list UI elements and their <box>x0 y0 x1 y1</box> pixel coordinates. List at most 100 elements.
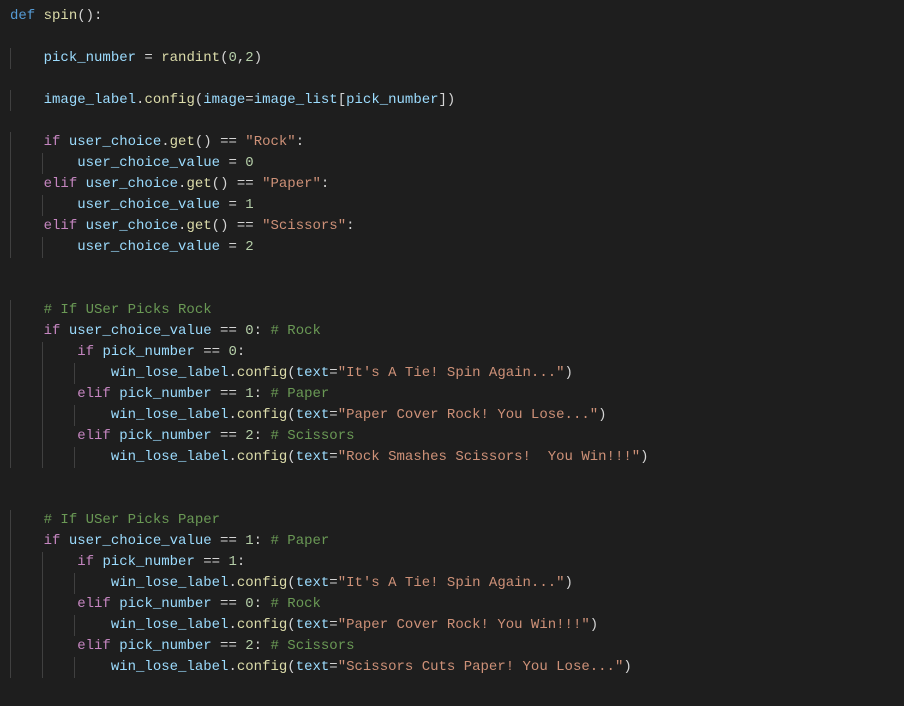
token-fn: randint <box>161 50 220 66</box>
code-line[interactable]: # If USer Picks Paper <box>0 510 904 531</box>
code-line[interactable]: def spin(): <box>0 6 904 27</box>
indent-guide <box>10 174 11 195</box>
token-var: text <box>296 575 330 591</box>
code-line[interactable] <box>0 489 904 510</box>
indent-guide <box>42 552 43 573</box>
code-line[interactable]: if pick_number == 0: <box>0 342 904 363</box>
token-var: user_choice_value <box>77 197 220 213</box>
indent-guide <box>10 573 11 594</box>
code-line[interactable] <box>0 111 904 132</box>
token-var: user_choice_value <box>77 155 220 171</box>
code-line[interactable] <box>0 69 904 90</box>
token-var: pick_number <box>44 50 136 66</box>
token-var: win_lose_label <box>111 365 229 381</box>
indent-guide <box>10 300 11 321</box>
token-op: == <box>212 533 246 549</box>
token-fn: config <box>237 575 287 591</box>
code-line[interactable]: win_lose_label.config(text="Scissors Cut… <box>0 657 904 678</box>
code-editor[interactable]: def spin(): pick_number = randint(0,2) i… <box>0 6 904 678</box>
token-var: user_choice_value <box>69 323 212 339</box>
token-fn: config <box>237 365 287 381</box>
token-punc: () == <box>195 134 245 150</box>
token-num: 0 <box>245 155 253 171</box>
token-num: 0 <box>228 344 236 360</box>
token-op <box>60 134 68 150</box>
token-op: = <box>329 365 337 381</box>
token-op <box>111 638 119 654</box>
code-line[interactable] <box>0 468 904 489</box>
token-punc: ) <box>623 659 631 675</box>
token-kw: def <box>10 8 35 24</box>
indent-guide <box>74 405 75 426</box>
code-line[interactable]: if user_choice_value == 1: # Paper <box>0 531 904 552</box>
code-line[interactable]: # If USer Picks Rock <box>0 300 904 321</box>
token-cmt: # Paper <box>270 533 329 549</box>
token-cf: elif <box>77 386 111 402</box>
token-fn: spin <box>44 8 78 24</box>
code-line[interactable] <box>0 258 904 279</box>
code-line[interactable]: elif user_choice.get() == "Scissors": <box>0 216 904 237</box>
token-str: "Paper Cover Rock! You Lose..." <box>338 407 598 423</box>
token-cf: elif <box>77 428 111 444</box>
code-line[interactable]: elif user_choice.get() == "Paper": <box>0 174 904 195</box>
code-line[interactable]: elif pick_number == 2: # Scissors <box>0 636 904 657</box>
token-punc: ) <box>640 449 648 465</box>
token-op: == <box>212 323 246 339</box>
token-op: == <box>212 428 246 444</box>
code-line[interactable]: if pick_number == 1: <box>0 552 904 573</box>
token-cf: if <box>44 323 61 339</box>
code-line[interactable]: win_lose_label.config(text="Rock Smashes… <box>0 447 904 468</box>
token-var: user_choice <box>86 218 178 234</box>
token-str: "Paper" <box>262 176 321 192</box>
token-var: pick_number <box>346 92 438 108</box>
indent-guide <box>10 363 11 384</box>
token-punc: ) <box>565 575 573 591</box>
code-line[interactable]: user_choice_value = 0 <box>0 153 904 174</box>
token-num: 1 <box>245 533 253 549</box>
code-line[interactable]: user_choice_value = 1 <box>0 195 904 216</box>
code-line[interactable]: image_label.config(image=image_list[pick… <box>0 90 904 111</box>
indent-guide <box>10 90 11 111</box>
code-line[interactable]: elif pick_number == 0: # Rock <box>0 594 904 615</box>
code-line[interactable]: win_lose_label.config(text="It's A Tie! … <box>0 573 904 594</box>
code-line[interactable]: pick_number = randint(0,2) <box>0 48 904 69</box>
token-var: text <box>296 407 330 423</box>
token-str: "Paper Cover Rock! You Win!!!" <box>338 617 590 633</box>
code-line[interactable]: elif pick_number == 2: # Scissors <box>0 426 904 447</box>
token-punc: ( <box>287 575 295 591</box>
indent-guide <box>42 636 43 657</box>
token-punc: . <box>161 134 169 150</box>
code-line[interactable] <box>0 27 904 48</box>
token-var: image_list <box>254 92 338 108</box>
token-punc: : <box>254 323 271 339</box>
code-line[interactable]: win_lose_label.config(text="It's A Tie! … <box>0 363 904 384</box>
token-num: 0 <box>245 323 253 339</box>
code-line[interactable]: user_choice_value = 2 <box>0 237 904 258</box>
code-line[interactable]: if user_choice.get() == "Rock": <box>0 132 904 153</box>
token-punc: () == <box>212 218 262 234</box>
token-cmt: # If USer Picks Rock <box>44 302 212 318</box>
code-line[interactable] <box>0 279 904 300</box>
indent-guide <box>74 615 75 636</box>
indent-guide <box>42 447 43 468</box>
code-line[interactable]: win_lose_label.config(text="Paper Cover … <box>0 615 904 636</box>
token-cmt: # If USer Picks Paper <box>44 512 220 528</box>
token-str: "It's A Tie! Spin Again..." <box>338 365 565 381</box>
token-num: 0 <box>245 596 253 612</box>
token-punc: : <box>237 344 245 360</box>
token-punc: ( <box>195 92 203 108</box>
indent-guide <box>10 552 11 573</box>
token-num: 2 <box>245 239 253 255</box>
code-line[interactable]: win_lose_label.config(text="Paper Cover … <box>0 405 904 426</box>
token-op: = <box>329 659 337 675</box>
token-op <box>111 596 119 612</box>
token-punc: . <box>228 659 236 675</box>
token-cf: if <box>44 134 61 150</box>
code-line[interactable]: elif pick_number == 1: # Paper <box>0 384 904 405</box>
token-punc: . <box>228 575 236 591</box>
code-line[interactable]: if user_choice_value == 0: # Rock <box>0 321 904 342</box>
indent-guide <box>42 342 43 363</box>
token-punc: : <box>254 596 271 612</box>
indent-guide <box>10 657 11 678</box>
indent-guide <box>42 384 43 405</box>
